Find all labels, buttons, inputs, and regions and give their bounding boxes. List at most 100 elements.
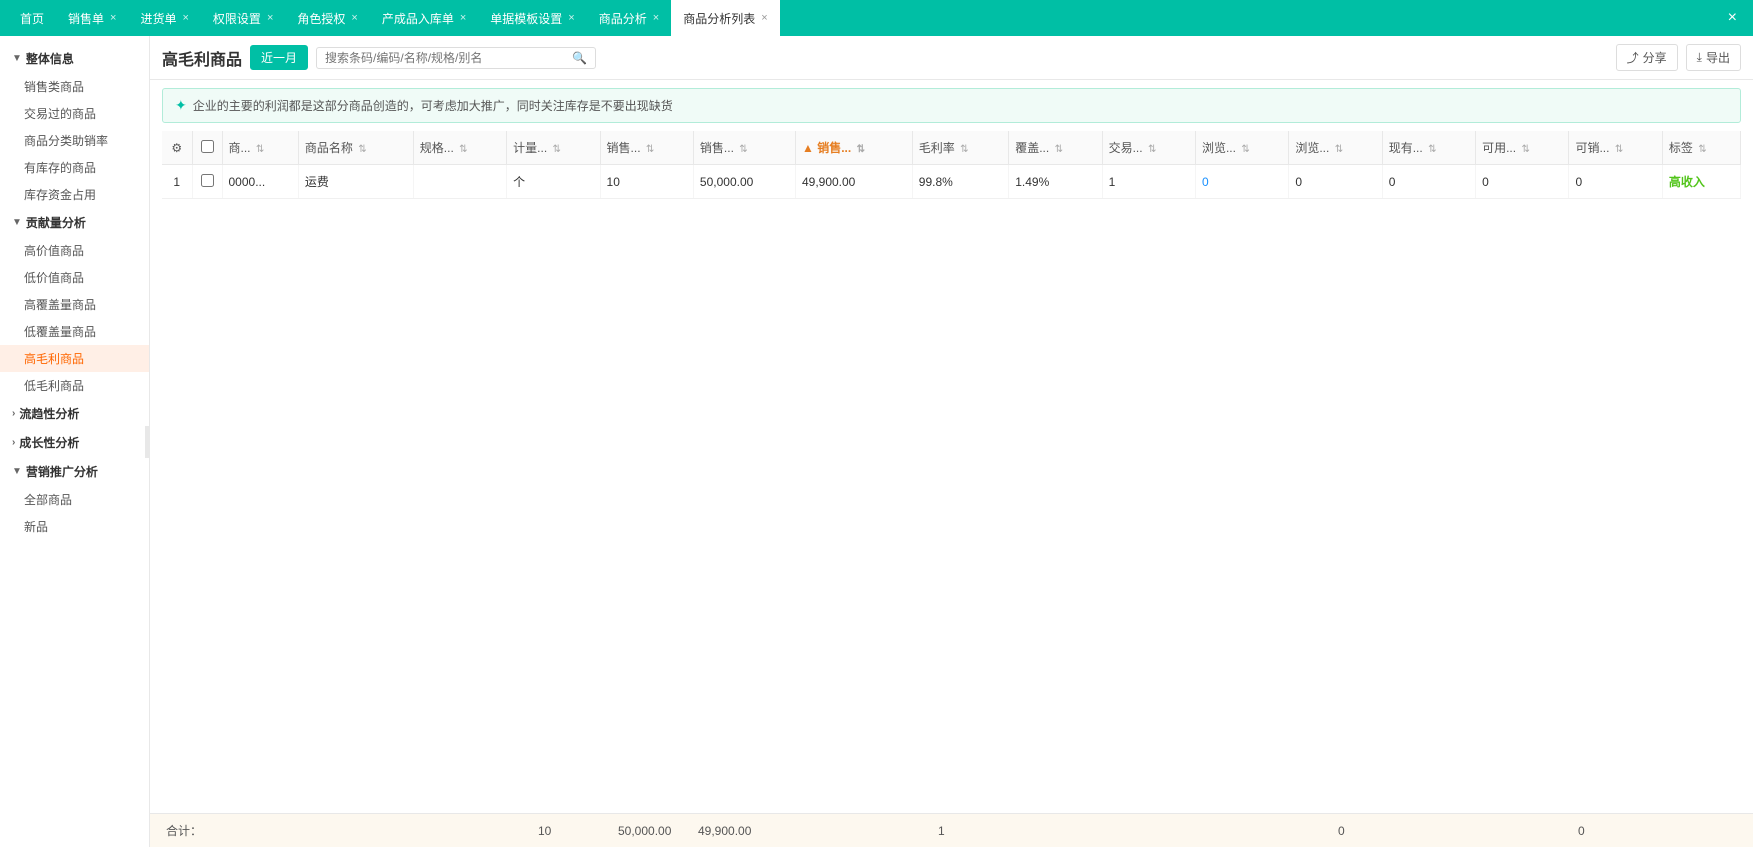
footer-sales-qty: 10 [532, 824, 612, 838]
nav-purchase[interactable]: 进货单 × [128, 0, 200, 36]
filter-recent-month[interactable]: 近一月 [250, 45, 308, 70]
col-stock-available[interactable]: 可用... ⇅ [1476, 131, 1569, 165]
sidebar-item-high-coverage[interactable]: 高覆盖量商品 [0, 291, 149, 318]
sidebar-item-category-rate[interactable]: 商品分类助销率 [0, 127, 149, 154]
sidebar-item-low-margin[interactable]: 低毛利商品 [0, 372, 149, 399]
content-header: 高毛利商品 近一月 🔍 ⤴ 分享 ⤓ 导出 [150, 36, 1753, 80]
cell-unit: 个 [507, 165, 600, 199]
sidebar-group-overview[interactable]: ▼ 整体信息 [0, 44, 149, 73]
cell-sales-cost: 49,900.00 [795, 165, 912, 199]
col-settings[interactable]: ⚙ [162, 131, 192, 165]
col-gross-rate[interactable]: 毛利率 ⇅ [912, 131, 1008, 165]
sort-icon-name: ⇅ [358, 144, 366, 155]
search-input[interactable] [325, 51, 572, 65]
search-container: 🔍 [316, 47, 596, 69]
sort-icon-coverage: ⇅ [1055, 144, 1063, 155]
sidebar-item-high-margin[interactable]: 高毛利商品 [0, 345, 149, 372]
nav-permission[interactable]: 权限设置 × [201, 0, 285, 36]
sidebar-item-in-stock[interactable]: 有库存的商品 [0, 154, 149, 181]
sort-icon-stock-available: ⇅ [1521, 144, 1529, 155]
nav-analysis[interactable]: 商品分析 × [587, 0, 671, 36]
nav-analysis-list-close[interactable]: × [761, 13, 767, 24]
nav-role-close[interactable]: × [351, 13, 357, 24]
col-browse2[interactable]: 浏览... ⇅ [1289, 131, 1382, 165]
col-browse1[interactable]: 浏览... ⇅ [1195, 131, 1288, 165]
arrow-icon-contribution: ▼ [12, 217, 22, 228]
sidebar-item-sales-goods[interactable]: 销售类商品 [0, 73, 149, 100]
footer-browse2: 0 [1332, 824, 1412, 838]
col-unit[interactable]: 计量... ⇅ [507, 131, 600, 165]
table-header-row: ⚙ 商... ⇅ 商品名称 ⇅ [162, 131, 1741, 165]
col-spec[interactable]: 规格... ⇅ [413, 131, 506, 165]
sidebar-group-trend[interactable]: › 流趋性分析 [0, 399, 149, 428]
footer-transaction: 1 [932, 824, 1252, 838]
sidebar-item-low-coverage[interactable]: 低覆盖量商品 [0, 318, 149, 345]
nav-product-in-close[interactable]: × [460, 13, 466, 24]
select-all-checkbox[interactable] [201, 140, 214, 153]
col-coverage[interactable]: 覆盖... ⇅ [1009, 131, 1102, 165]
sidebar-item-stock-capital[interactable]: 库存资金占用 [0, 181, 149, 208]
export-icon: ⤓ [1697, 50, 1702, 65]
nav-analysis-close[interactable]: × [653, 13, 659, 24]
nav-home[interactable]: 首页 [8, 0, 56, 36]
sidebar-item-low-value[interactable]: 低价值商品 [0, 264, 149, 291]
sidebar-collapse-button[interactable]: ‹ [145, 426, 150, 458]
col-sales-amount[interactable]: 销售... ⇅ [693, 131, 795, 165]
nav-permission-close[interactable]: × [267, 13, 273, 24]
col-stock-saleable[interactable]: 可销... ⇅ [1569, 131, 1662, 165]
sort-icon-tag: ⇅ [1698, 144, 1706, 155]
sort-icon-sales-qty: ⇅ [646, 144, 654, 155]
window-close-button[interactable]: × [1720, 9, 1745, 27]
sidebar-group-contribution[interactable]: ▼ 贡献量分析 [0, 208, 149, 237]
col-transaction[interactable]: 交易... ⇅ [1102, 131, 1195, 165]
sidebar-group-growth[interactable]: › 成长性分析 [0, 428, 149, 457]
nav-analysis-list[interactable]: 商品分析列表 × [671, 0, 779, 36]
settings-icon[interactable]: ⚙ [171, 141, 182, 155]
nav-template-close[interactable]: × [568, 13, 574, 24]
col-sales-cost[interactable]: ▲ 销售... ⇅ [795, 131, 912, 165]
cell-browse1[interactable]: 0 [1195, 165, 1288, 199]
arrow-icon-growth: › [12, 437, 15, 448]
row-checkbox[interactable] [201, 174, 214, 187]
sort-icon-spec: ⇅ [459, 144, 467, 155]
nav-sales-close[interactable]: × [110, 13, 116, 24]
nav-sales[interactable]: 销售单 × [56, 0, 128, 36]
cell-code: 0000... [222, 165, 298, 199]
col-checkbox[interactable] [192, 131, 222, 165]
col-tag[interactable]: 标签 ⇅ [1662, 131, 1740, 165]
col-name[interactable]: 商品名称 ⇅ [298, 131, 413, 165]
col-sales-qty[interactable]: 销售... ⇅ [600, 131, 693, 165]
col-code[interactable]: 商... ⇅ [222, 131, 298, 165]
search-icon[interactable]: 🔍 [572, 51, 587, 65]
sort-icon-unit: ⇅ [553, 144, 561, 155]
page-title: 高毛利商品 [162, 46, 242, 70]
share-button[interactable]: ⤴ 分享 [1616, 44, 1678, 71]
sidebar-item-all-goods[interactable]: 全部商品 [0, 486, 149, 513]
sidebar-group-marketing[interactable]: ▼ 营销推广分析 [0, 457, 149, 486]
sidebar-item-traded-goods[interactable]: 交易过的商品 [0, 100, 149, 127]
browse1-link[interactable]: 0 [1202, 175, 1209, 189]
nav-product-in[interactable]: 产成品入库单 × [370, 0, 478, 36]
nav-purchase-close[interactable]: × [182, 13, 188, 24]
table-wrapper[interactable]: ⚙ 商... ⇅ 商品名称 ⇅ [162, 131, 1741, 813]
main-area: ▼ 整体信息 销售类商品 交易过的商品 商品分类助销率 有库存的商品 库存资金占… [0, 36, 1753, 847]
nav-template[interactable]: 单据模板设置 × [478, 0, 586, 36]
arrow-icon: ▼ [12, 53, 22, 64]
cell-checkbox[interactable] [192, 165, 222, 199]
sort-icon-browse2: ⇅ [1335, 144, 1343, 155]
sidebar-item-high-value[interactable]: 高价值商品 [0, 237, 149, 264]
footer-stock-saleable: 0 [1572, 824, 1652, 838]
sort-icon-sales-cost: ⇅ [857, 144, 865, 155]
table-body: 1 0000... 运费 个 10 50,000.00 49,900.00 99… [162, 165, 1741, 199]
content-area: 高毛利商品 近一月 🔍 ⤴ 分享 ⤓ 导出 ✦ 企业的主要的利润都是这部分商品创… [150, 36, 1753, 847]
arrow-icon-trend: › [12, 408, 15, 419]
sort-icon-stock-saleable: ⇅ [1615, 144, 1623, 155]
footer-sales-cost: 49,900.00 [692, 824, 772, 838]
sidebar-item-new-goods[interactable]: 新品 [0, 513, 149, 540]
col-stock-current[interactable]: 现有... ⇅ [1382, 131, 1475, 165]
cell-spec [413, 165, 506, 199]
nav-role[interactable]: 角色授权 × [285, 0, 369, 36]
sort-icon-sales-amount: ⇅ [739, 144, 747, 155]
export-button[interactable]: ⤓ 导出 [1686, 44, 1741, 71]
sort-icon-gross: ⇅ [960, 144, 968, 155]
